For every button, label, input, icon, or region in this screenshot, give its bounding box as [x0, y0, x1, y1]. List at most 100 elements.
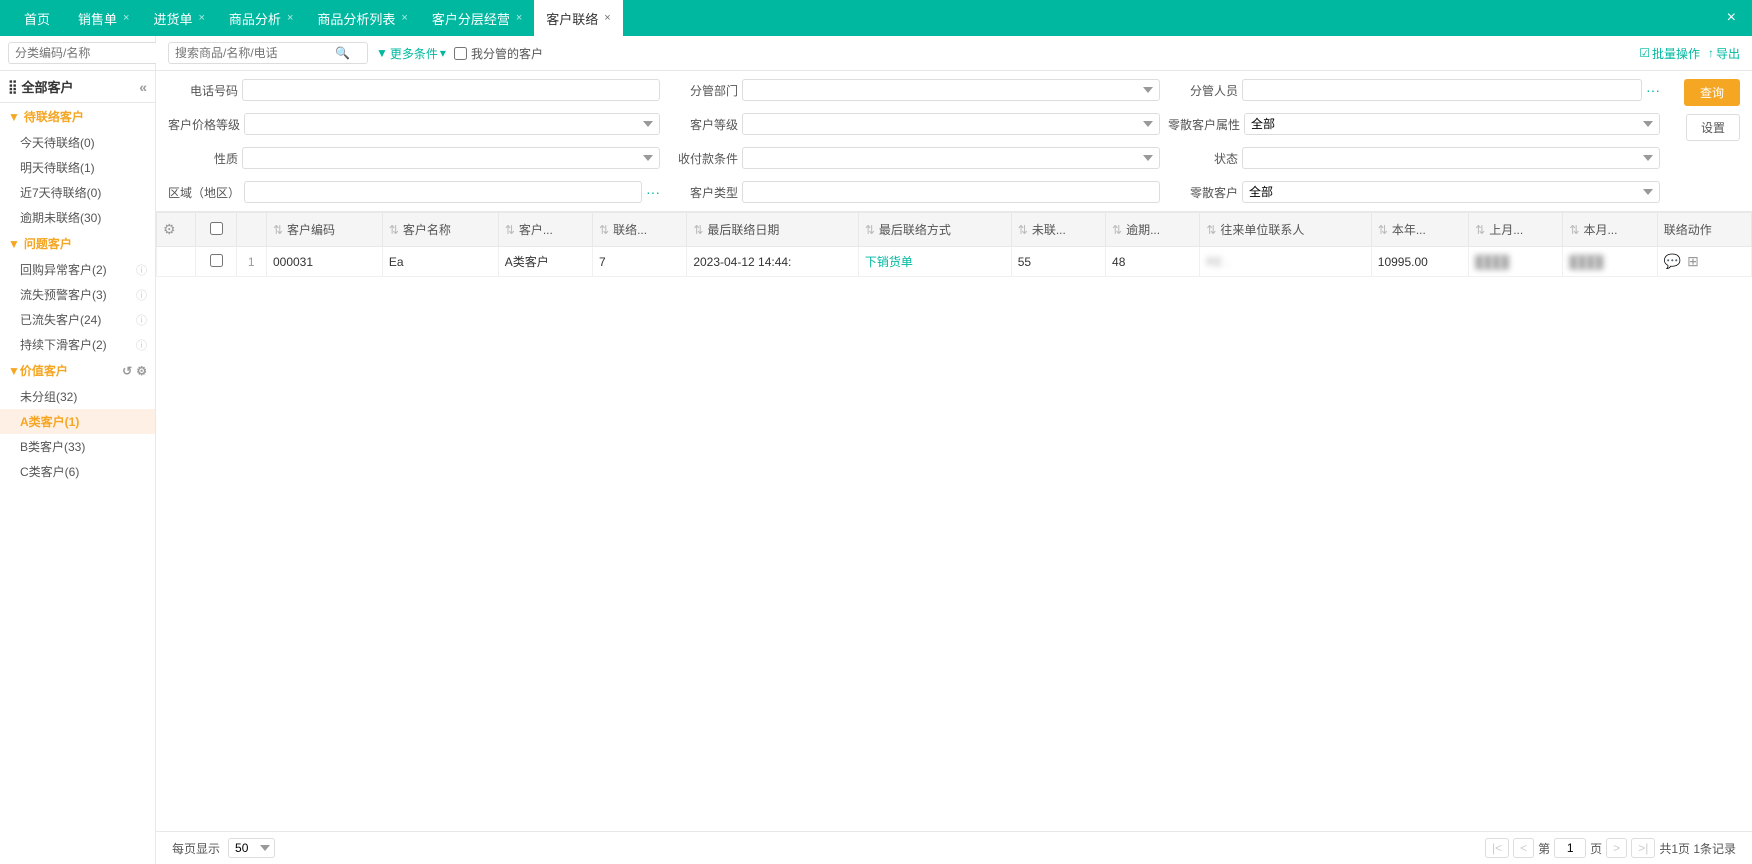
refresh-icon-value[interactable]: ↺ [122, 364, 132, 378]
sidebar-search-area: 🔍 [0, 36, 155, 71]
sidebar-item-classA[interactable]: A类客户(1) [0, 409, 155, 434]
ungroup-label: 未分组(32) [20, 388, 147, 405]
export-btn[interactable]: ↑ 导出 [1708, 45, 1740, 62]
per-page-label: 每页显示 [172, 840, 220, 857]
col-lastdate[interactable]: ⇅最后联络日期 [687, 213, 859, 247]
region-input[interactable] [244, 181, 642, 203]
close-tab-customer-contact[interactable]: × [604, 12, 610, 24]
tab-analysis[interactable]: 商品分析 × [217, 0, 305, 36]
payment-select[interactable] [742, 147, 1160, 169]
row-unpending-cell: 55 [1011, 247, 1105, 277]
manager-dots[interactable]: ··· [1646, 82, 1660, 98]
tab-purchase[interactable]: 进货单 × [141, 0, 216, 36]
close-tab-sales[interactable]: × [123, 12, 129, 24]
sort-lastdate[interactable]: ⇅ [693, 223, 703, 237]
table-gear-icon[interactable]: ⚙ [163, 221, 176, 237]
filter-search-icon[interactable]: 🔍 [335, 46, 350, 60]
filter-more-btn[interactable]: ▼ 更多条件 ▾ [376, 45, 446, 62]
tab-sales[interactable]: 销售单 × [66, 0, 141, 36]
sort-lastmonth[interactable]: ⇅ [1475, 223, 1485, 237]
sidebar-item-decline[interactable]: 持续下滑客户(2) ⓘ [0, 332, 155, 357]
qr-icon[interactable]: ⊞ [1687, 253, 1699, 270]
close-tab-analysis[interactable]: × [287, 12, 293, 24]
page-input[interactable] [1554, 838, 1586, 858]
status-label: 状态 [1168, 150, 1238, 167]
col-contacts[interactable]: ⇅联络... [593, 213, 687, 247]
sidebar-item-today[interactable]: 今天待联络(0) [0, 130, 155, 155]
sort-lastmethod[interactable]: ⇅ [865, 223, 875, 237]
next-page-btn[interactable]: > [1606, 838, 1627, 858]
batch-op-btn[interactable]: ☑ 批量操作 [1639, 45, 1700, 62]
close-tab-purchase[interactable]: × [198, 12, 204, 24]
close-all-tabs[interactable]: × [1719, 9, 1744, 27]
customer-grade-select[interactable] [742, 113, 1160, 135]
price-grade-select[interactable] [244, 113, 660, 135]
close-tab-customer-tier[interactable]: × [516, 12, 522, 24]
last-page-btn[interactable]: >| [1631, 838, 1655, 858]
col-level[interactable]: ⇅客户... [498, 213, 592, 247]
nature-select[interactable] [242, 147, 660, 169]
col-contact-person[interactable]: ⇅往来单位联系人 [1200, 213, 1371, 247]
sort-level[interactable]: ⇅ [505, 223, 515, 237]
col-lastmethod[interactable]: ⇅最后联络方式 [858, 213, 1011, 247]
sidebar-item-classB[interactable]: B类客户(33) [0, 434, 155, 459]
chat-icon[interactable]: 💬 [1664, 253, 1681, 270]
sidebar-item-lost-warn[interactable]: 流失预警客户(3) ⓘ [0, 282, 155, 307]
region-dots[interactable]: ··· [646, 184, 660, 200]
scatter-select[interactable]: 全部 [1242, 181, 1660, 203]
col-lastmonth[interactable]: ⇅上月... [1469, 213, 1563, 247]
first-page-btn[interactable]: |< [1485, 838, 1509, 858]
sort-contact-person[interactable]: ⇅ [1206, 223, 1216, 237]
my-customers-checkbox[interactable] [454, 47, 467, 60]
sidebar-collapse-btn[interactable]: « [139, 79, 147, 95]
prev-page-btn[interactable]: < [1513, 838, 1534, 858]
tab-customer-tier[interactable]: 客户分层经营 × [420, 0, 534, 36]
col-unpending[interactable]: ⇅未联... [1011, 213, 1105, 247]
sidebar-search-input[interactable] [8, 42, 177, 64]
col-name[interactable]: ⇅客户名称 [382, 213, 498, 247]
sidebar-item-lost[interactable]: 已流失客户(24) ⓘ [0, 307, 155, 332]
row-select-checkbox[interactable] [210, 254, 223, 267]
sort-overdue[interactable]: ⇅ [1112, 223, 1122, 237]
dept-select[interactable] [742, 79, 1160, 101]
sidebar-item-overdue[interactable]: 逾期未联络(30) [0, 205, 155, 230]
sort-unpending[interactable]: ⇅ [1018, 223, 1028, 237]
sort-contacts[interactable]: ⇅ [599, 223, 609, 237]
row-lastmethod-link[interactable]: 下销货单 [865, 255, 913, 269]
sidebar-item-7days[interactable]: 近7天待联络(0) [0, 180, 155, 205]
sort-name[interactable]: ⇅ [389, 223, 399, 237]
tomorrow-contact-label: 明天待联络(1) [20, 159, 147, 176]
settings-icon-value[interactable]: ⚙ [136, 364, 147, 378]
query-button[interactable]: 查询 [1684, 79, 1740, 106]
sort-yearamt[interactable]: ⇅ [1378, 223, 1388, 237]
tab-customer-contact[interactable]: 客户联络 × [534, 0, 622, 36]
per-page-select[interactable]: 50 100 200 [228, 838, 275, 858]
scatter-attr-select[interactable]: 全部 [1244, 113, 1660, 135]
nav-home[interactable]: 首页 [8, 9, 66, 28]
sidebar-section-problem[interactable]: ▼ 问题客户 [0, 230, 155, 257]
status-select[interactable] [1242, 147, 1660, 169]
sidebar-item-tomorrow[interactable]: 明天待联络(1) [0, 155, 155, 180]
sidebar-item-repurchase[interactable]: 回购异常客户(2) ⓘ [0, 257, 155, 282]
sidebar-item-classC[interactable]: C类客户(6) [0, 459, 155, 484]
col-thismonth[interactable]: ⇅本月... [1563, 213, 1657, 247]
phone-input[interactable] [242, 79, 660, 101]
filter-my-customers[interactable]: 我分管的客户 [454, 45, 543, 62]
sidebar-item-ungroup[interactable]: 未分组(32) [0, 384, 155, 409]
manager-input[interactable] [1242, 79, 1642, 101]
close-tab-analysis-list[interactable]: × [401, 12, 407, 24]
sidebar-section-pending[interactable]: ▼ 待联络客户 [0, 103, 155, 130]
sidebar-section-value[interactable]: ▼ 价值客户 ↺ ⚙ [0, 357, 155, 384]
sort-code[interactable]: ⇅ [273, 223, 283, 237]
field-scatter-attr: 零散客户属性 全部 [1168, 113, 1660, 135]
tab-analysis-list[interactable]: 商品分析列表 × [305, 0, 419, 36]
col-code[interactable]: ⇅客户编码 [266, 213, 382, 247]
filter-search-input[interactable] [175, 46, 335, 60]
col-overdue[interactable]: ⇅逾期... [1106, 213, 1200, 247]
sort-thismonth[interactable]: ⇅ [1569, 223, 1579, 237]
filter-more-label: 更多条件 [390, 45, 438, 62]
customer-type-input[interactable] [742, 181, 1160, 203]
select-all-checkbox[interactable] [210, 222, 223, 235]
settings-button[interactable]: 设置 [1686, 114, 1740, 141]
col-yearamt[interactable]: ⇅本年... [1371, 213, 1468, 247]
